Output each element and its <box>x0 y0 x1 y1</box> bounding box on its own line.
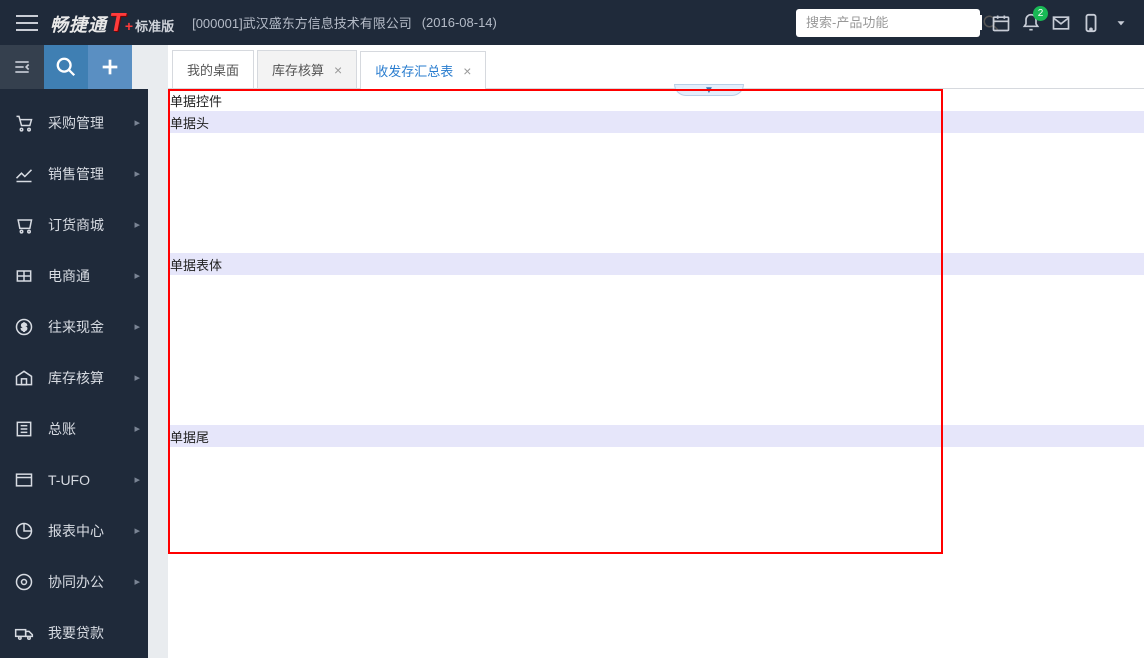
company-label: [000001]武汉盛东方信息技术有限公司 <box>192 13 412 32</box>
sidebar-item-purchase[interactable]: 采购管理 ▸ <box>0 97 148 148</box>
sidebar-item-label: 总账 <box>48 419 76 439</box>
svg-text:$: $ <box>21 322 27 333</box>
chevron-right-icon: ▸ <box>134 371 140 384</box>
sidebar: 采购管理 ▸ 销售管理 ▸ 订货商城 ▸ 电商通 ▸ $ <box>0 89 148 658</box>
brand-plus: + <box>125 18 133 34</box>
pie-icon <box>14 521 34 541</box>
sidebar-item-label: 报表中心 <box>48 521 104 541</box>
mail-icon[interactable] <box>1046 8 1076 38</box>
brand-chinese: 畅捷通 <box>50 11 107 37</box>
content-area: ▼ 单据控件 单据头 单据表体 单据尾 <box>168 89 1144 658</box>
close-icon[interactable]: × <box>463 63 471 79</box>
bell-icon[interactable]: 2 <box>1016 8 1046 38</box>
cart-icon <box>14 113 34 133</box>
toolbar-row: 我的桌面 库存核算 × 收发存汇总表 × <box>0 45 1144 89</box>
tab-label: 我的桌面 <box>187 60 239 79</box>
search-button[interactable] <box>44 45 88 89</box>
sidebar-item-label: 我要贷款 <box>48 623 104 643</box>
tab-label: 库存核算 <box>272 60 324 79</box>
sidebar-item-label: 销售管理 <box>48 164 104 184</box>
sidebar-item-collab[interactable]: 协同办公 ▸ <box>0 556 148 607</box>
sidebar-item-tufo[interactable]: T-UFO ▸ <box>0 454 148 505</box>
ledger-icon <box>14 419 34 439</box>
brand-t: T <box>109 7 125 38</box>
sidebar-item-loan[interactable]: 我要贷款 <box>0 607 148 658</box>
collapse-button[interactable] <box>0 45 44 89</box>
date-label: (2016-08-14) <box>422 15 497 30</box>
dollar-icon: $ <box>14 317 34 337</box>
tufo-icon <box>14 470 34 490</box>
hamburger-menu-icon[interactable] <box>16 15 38 31</box>
chevron-right-icon: ▸ <box>134 116 140 129</box>
add-button[interactable] <box>88 45 132 89</box>
chevron-right-icon: ▸ <box>134 269 140 282</box>
app-header: 畅捷通 T + 标准版 [000001]武汉盛东方信息技术有限公司 (2016-… <box>0 0 1144 45</box>
sidebar-item-label: 库存核算 <box>48 368 104 388</box>
sidebar-item-cash[interactable]: $ 往来现金 ▸ <box>0 301 148 352</box>
tab-summary[interactable]: 收发存汇总表 × <box>360 51 486 89</box>
chevron-right-icon: ▸ <box>134 422 140 435</box>
collab-icon <box>14 572 34 592</box>
sidebar-item-order-mall[interactable]: 订货商城 ▸ <box>0 199 148 250</box>
sidebar-item-report-center[interactable]: 报表中心 ▸ <box>0 505 148 556</box>
main-area: 采购管理 ▸ 销售管理 ▸ 订货商城 ▸ 电商通 ▸ $ <box>0 89 1144 658</box>
chevron-right-icon: ▸ <box>134 575 140 588</box>
gutter <box>148 89 168 658</box>
sidebar-item-label: 采购管理 <box>48 113 104 133</box>
ecommerce-icon <box>14 266 34 286</box>
tab-inventory[interactable]: 库存核算 × <box>257 50 357 88</box>
search-box[interactable] <box>796 9 980 37</box>
sidebar-item-sales[interactable]: 销售管理 ▸ <box>0 148 148 199</box>
search-input[interactable] <box>806 15 982 30</box>
chevron-right-icon: ▸ <box>134 218 140 231</box>
calendar-icon[interactable] <box>986 8 1016 38</box>
sidebar-item-ledger[interactable]: 总账 ▸ <box>0 403 148 454</box>
sidebar-item-label: 协同办公 <box>48 572 104 592</box>
chevron-right-icon: ▸ <box>134 473 140 486</box>
tab-desktop[interactable]: 我的桌面 <box>172 50 254 88</box>
basket-icon <box>14 215 34 235</box>
brand-logo: 畅捷通 T + 标准版 <box>50 7 174 38</box>
sidebar-item-ecommerce[interactable]: 电商通 ▸ <box>0 250 148 301</box>
sidebar-item-label: 电商通 <box>48 266 90 286</box>
chart-icon <box>14 164 34 184</box>
dropdown-icon[interactable] <box>1106 8 1136 38</box>
highlight-frame <box>168 89 943 554</box>
brand-edition: 标准版 <box>135 16 174 35</box>
tab-bar: 我的桌面 库存核算 × 收发存汇总表 × <box>168 45 1144 89</box>
close-icon[interactable]: × <box>334 62 342 78</box>
warehouse-icon <box>14 368 34 388</box>
sidebar-item-inventory[interactable]: 库存核算 ▸ <box>0 352 148 403</box>
chevron-right-icon: ▸ <box>134 524 140 537</box>
sidebar-item-label: T-UFO <box>48 472 90 488</box>
tab-label: 收发存汇总表 <box>375 61 453 80</box>
chevron-right-icon: ▸ <box>134 167 140 180</box>
chevron-right-icon: ▸ <box>134 320 140 333</box>
phone-icon[interactable] <box>1076 8 1106 38</box>
truck-icon <box>14 623 34 643</box>
sidebar-item-label: 订货商城 <box>48 215 104 235</box>
sidebar-item-label: 往来现金 <box>48 317 104 337</box>
